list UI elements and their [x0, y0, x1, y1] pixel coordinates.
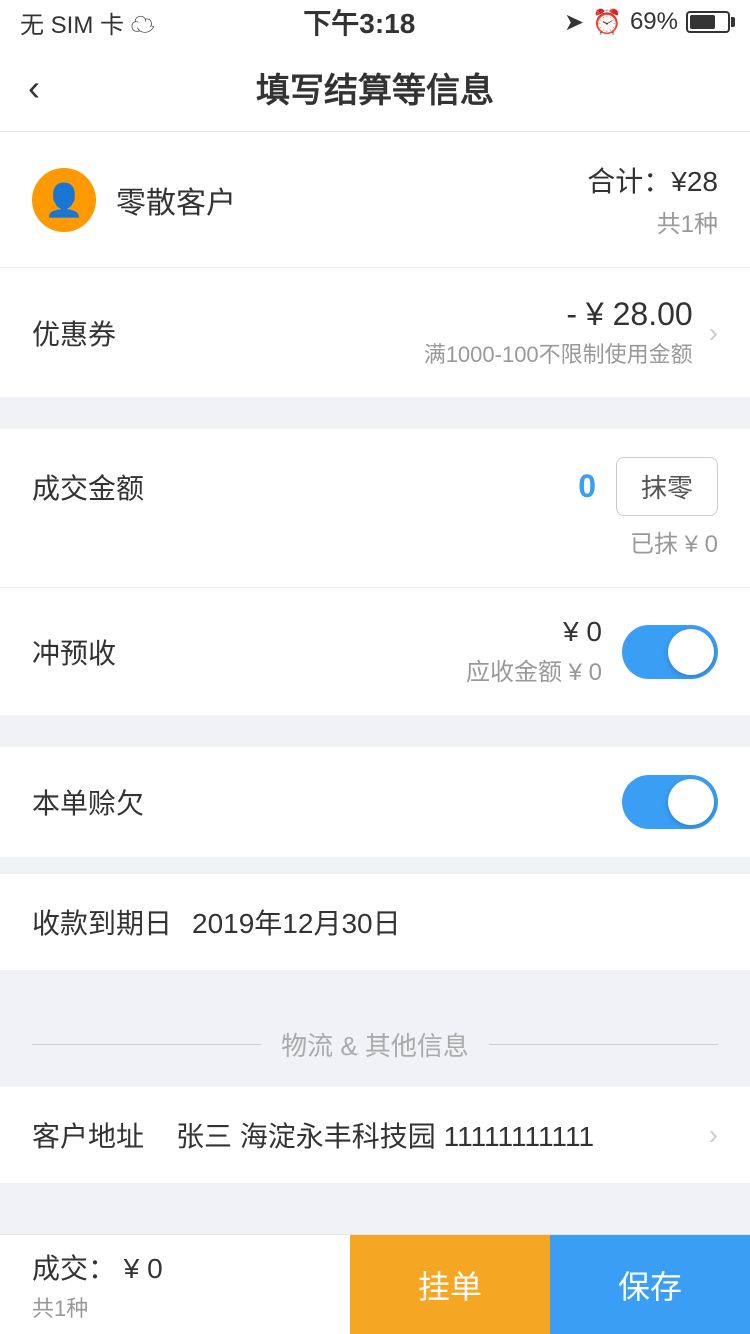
- status-bar: 无 SIM 卡 ☁ 下午3:18 ➤ ⏰ 69%: [0, 0, 750, 44]
- toggle-knob-debt: [668, 779, 714, 825]
- nav-bar: ‹ 填写结算等信息: [0, 44, 750, 132]
- total-amount: 合计：¥28: [587, 160, 718, 200]
- logistics-header: 物流 & 其他信息: [0, 1002, 750, 1087]
- location-icon: ➤: [564, 8, 584, 37]
- debt-section: 本单赊欠: [0, 747, 750, 857]
- transaction-row: 成交金额 0 抹零 已抹 ¥ 0: [0, 429, 750, 587]
- battery-text: 69%: [630, 8, 678, 36]
- hold-button[interactable]: 挂单: [350, 1235, 550, 1334]
- total-count: 共1种: [587, 204, 718, 239]
- address-value: 张三 海淀永丰科技园 11111111111: [176, 1115, 709, 1155]
- divider-3: [0, 986, 750, 1002]
- logistics-line-right: [489, 1044, 718, 1045]
- transaction-value: 0: [578, 468, 596, 505]
- debt-label: 本单赊欠: [32, 782, 144, 822]
- customer-left: 👤 零散客户: [32, 168, 236, 232]
- due-date-content: 收款到期日 2019年12月30日: [32, 902, 718, 942]
- coupon-value-block: - ¥ 28.00 满1000-100不限制使用金额: [424, 296, 693, 369]
- avatar-icon: 👤: [44, 181, 84, 219]
- due-date-value: 2019年12月30日: [192, 902, 401, 942]
- customer-name: 零散客户: [116, 178, 236, 222]
- address-label: 客户地址: [32, 1115, 144, 1155]
- due-date-label: 收款到期日: [32, 902, 172, 942]
- prepay-amount: ¥ 0: [466, 616, 602, 648]
- bottom-bar: 成交： ¥ 0 共1种 挂单 保存: [0, 1234, 750, 1334]
- transaction-section: 成交金额 0 抹零 已抹 ¥ 0 冲预收 ¥ 0 应收金额 ¥ 0: [0, 429, 750, 715]
- content: 👤 零散客户 合计：¥28 共1种 优惠券 - ¥ 28.00 满1000-10…: [0, 132, 750, 1303]
- due-date-section: 收款到期日 2019年12月30日: [0, 873, 750, 970]
- sim-text: 无 SIM 卡 ☁: [20, 5, 155, 40]
- coupon-row[interactable]: 优惠券 - ¥ 28.00 满1000-100不限制使用金额 ›: [0, 267, 750, 397]
- customer-section: 👤 零散客户 合计：¥28 共1种 优惠券 - ¥ 28.00 满1000-10…: [0, 132, 750, 397]
- round-button[interactable]: 抹零: [616, 457, 718, 516]
- prepay-toggle[interactable]: [622, 625, 718, 679]
- debt-toggle[interactable]: [622, 775, 718, 829]
- prepay-row: 冲预收 ¥ 0 应收金额 ¥ 0: [0, 587, 750, 715]
- save-button[interactable]: 保存: [550, 1235, 750, 1334]
- customer-right: 合计：¥28 共1种: [587, 160, 718, 239]
- alarm-icon: ⏰: [592, 8, 622, 37]
- coupon-right: - ¥ 28.00 满1000-100不限制使用金额 ›: [424, 296, 718, 369]
- customer-row: 👤 零散客户 合计：¥28 共1种: [0, 132, 750, 267]
- avatar: 👤: [32, 168, 96, 232]
- status-time: 下午3:18: [303, 2, 415, 42]
- transaction-right: 0 抹零: [578, 457, 718, 516]
- transaction-label: 成交金额: [32, 467, 144, 507]
- divider-1: [0, 413, 750, 429]
- toggle-knob: [668, 629, 714, 675]
- coupon-label: 优惠券: [32, 313, 116, 353]
- status-right: ➤ ⏰ 69%: [564, 8, 730, 37]
- status-left: 无 SIM 卡 ☁: [20, 5, 155, 40]
- logistics-text: 物流 & 其他信息: [261, 1026, 489, 1063]
- due-date-row: 收款到期日 2019年12月30日: [0, 873, 750, 970]
- chevron-right-icon: ›: [709, 317, 718, 349]
- bottom-summary-sub: 共1种: [32, 1291, 350, 1323]
- bottom-summary-main: 成交： ¥ 0: [32, 1247, 350, 1287]
- coupon-amount: - ¥ 28.00: [424, 296, 693, 333]
- address-section[interactable]: 客户地址 张三 海淀永丰科技园 11111111111 ›: [0, 1087, 750, 1183]
- logistics-line-left: [32, 1044, 261, 1045]
- transaction-sub: 已抹 ¥ 0: [32, 524, 718, 559]
- back-button[interactable]: ‹: [28, 67, 40, 109]
- divider-2: [0, 731, 750, 747]
- battery-icon: [686, 11, 730, 33]
- address-chevron-icon: ›: [709, 1119, 718, 1151]
- prepay-label: 冲预收: [32, 632, 116, 672]
- transaction-main-row: 成交金额 0 抹零: [32, 457, 718, 516]
- page-title: 填写结算等信息: [256, 63, 494, 112]
- prepay-right: ¥ 0 应收金额 ¥ 0: [466, 616, 718, 687]
- save-button-label: 保存: [618, 1262, 682, 1308]
- prepay-main-row: 冲预收 ¥ 0 应收金额 ¥ 0: [32, 616, 718, 687]
- prepay-sub: 应收金额 ¥ 0: [466, 652, 602, 687]
- hold-button-label: 挂单: [418, 1262, 482, 1308]
- bottom-summary: 成交： ¥ 0 共1种: [0, 1235, 350, 1334]
- prepay-value-block: ¥ 0 应收金额 ¥ 0: [466, 616, 602, 687]
- coupon-desc: 满1000-100不限制使用金额: [424, 337, 693, 369]
